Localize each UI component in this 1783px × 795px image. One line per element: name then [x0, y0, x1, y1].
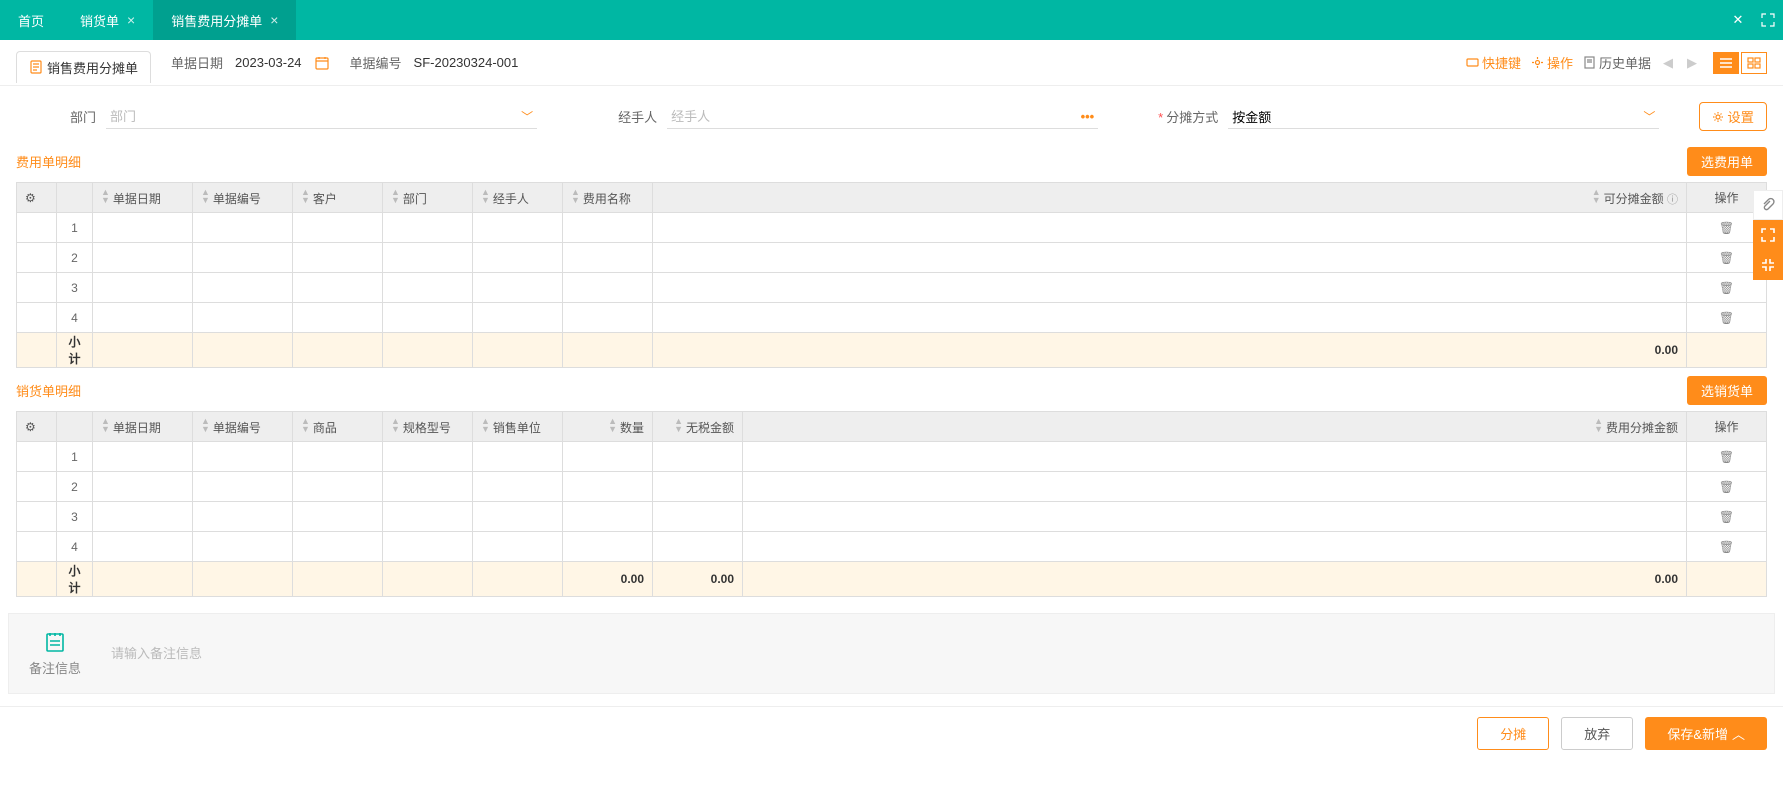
- form-title-tab: 销售费用分摊单: [16, 51, 151, 83]
- dept-filter[interactable]: 部门 ﹀: [16, 102, 537, 131]
- gear-icon[interactable]: ⚙: [17, 412, 57, 442]
- handler-label: 经手人: [577, 107, 657, 126]
- col-fee[interactable]: ▲▼费用名称: [563, 183, 653, 213]
- form-title: 销售费用分摊单: [47, 58, 138, 77]
- document-icon: [29, 60, 43, 74]
- handler-filter[interactable]: 经手人 •••: [577, 102, 1098, 131]
- close-all-icon[interactable]: ✕: [1723, 0, 1753, 40]
- method-label: *分摊方式: [1138, 107, 1218, 126]
- tab-expense-alloc[interactable]: 销售费用分摊单×: [153, 0, 296, 40]
- attachment-icon[interactable]: [1753, 190, 1783, 220]
- col-cust[interactable]: ▲▼客户: [293, 183, 383, 213]
- num-value: SF-20230324-001: [414, 55, 519, 70]
- method-input[interactable]: [1228, 105, 1659, 129]
- close-icon[interactable]: ×: [127, 12, 135, 28]
- filter-row: 部门 ﹀ 经手人 ••• *分摊方式 ﹀ 设置: [0, 86, 1783, 139]
- select-expense-button[interactable]: 选费用单: [1687, 147, 1767, 176]
- method-filter[interactable]: *分摊方式 ﹀: [1138, 102, 1659, 131]
- dept-label: 部门: [16, 107, 96, 126]
- save-new-button[interactable]: 保存&新增︿: [1645, 717, 1767, 750]
- sales-table: ⚙ ▲▼单据日期 ▲▼单据编号 ▲▼商品 ▲▼规格型号 ▲▼销售单位 ▲▼数量 …: [16, 411, 1767, 597]
- handler-input[interactable]: [667, 105, 1098, 129]
- toolbar: 销售费用分摊单 单据日期 2023-03-24 单据编号 SF-20230324…: [0, 40, 1783, 86]
- delete-icon[interactable]: 🗑: [1719, 221, 1734, 235]
- notes-icon: [43, 630, 67, 654]
- chevron-up-icon: ︿: [1732, 724, 1745, 743]
- prev-icon[interactable]: ◀: [1661, 55, 1675, 71]
- next-icon[interactable]: ▶: [1685, 55, 1699, 71]
- view-grid-icon[interactable]: [1741, 52, 1767, 74]
- table-row[interactable]: 3🗑: [17, 502, 1767, 532]
- expense-detail-section: 费用单明细 选费用单 ⚙ ▲▼单据日期 ▲▼单据编号 ▲▼客户 ▲▼部门 ▲▼经…: [0, 139, 1783, 368]
- date-label: 单据日期: [171, 53, 223, 72]
- table-row[interactable]: 2🗑: [17, 243, 1767, 273]
- collapse-icon[interactable]: [1753, 250, 1783, 280]
- remarks-bar: 备注信息: [8, 613, 1775, 694]
- section-title: 费用单明细: [16, 152, 81, 171]
- expense-table: ⚙ ▲▼单据日期 ▲▼单据编号 ▲▼客户 ▲▼部门 ▲▼经手人 ▲▼费用名称 ▲…: [16, 182, 1767, 368]
- view-list-icon[interactable]: [1713, 52, 1739, 74]
- col-num[interactable]: ▲▼单据编号: [193, 412, 293, 442]
- fullscreen-icon[interactable]: [1753, 0, 1783, 40]
- col-action: 操作: [1687, 412, 1767, 442]
- delete-icon[interactable]: 🗑: [1719, 311, 1734, 325]
- delete-icon[interactable]: 🗑: [1719, 540, 1734, 554]
- table-row[interactable]: 1🗑: [17, 442, 1767, 472]
- settings-button[interactable]: 设置: [1699, 102, 1767, 131]
- col-handler[interactable]: ▲▼经手人: [473, 183, 563, 213]
- dept-input[interactable]: [106, 105, 537, 129]
- calendar-icon[interactable]: [314, 55, 330, 71]
- help-icon[interactable]: ⓘ: [1667, 194, 1678, 206]
- table-row[interactable]: 2🗑: [17, 472, 1767, 502]
- remarks-label: 备注信息: [29, 658, 81, 677]
- remarks-input[interactable]: [111, 646, 1754, 661]
- col-date[interactable]: ▲▼单据日期: [93, 183, 193, 213]
- col-notax[interactable]: ▲▼无税金额: [653, 412, 743, 442]
- sales-detail-section: 销货单明细 选销货单 ⚙ ▲▼单据日期 ▲▼单据编号 ▲▼商品 ▲▼规格型号 ▲…: [0, 368, 1783, 597]
- delete-icon[interactable]: 🗑: [1719, 480, 1734, 494]
- top-tab-bar: 首页 销货单× 销售费用分摊单× ✕: [0, 0, 1783, 40]
- date-value[interactable]: 2023-03-24: [235, 55, 302, 70]
- col-unit[interactable]: ▲▼销售单位: [473, 412, 563, 442]
- bottom-bar: 分摊 放弃 保存&新增︿: [0, 706, 1783, 760]
- delete-icon[interactable]: 🗑: [1719, 450, 1734, 464]
- discard-button[interactable]: 放弃: [1561, 717, 1633, 750]
- col-date[interactable]: ▲▼单据日期: [93, 412, 193, 442]
- table-row[interactable]: 4🗑: [17, 303, 1767, 333]
- history-link[interactable]: 历史单据: [1583, 53, 1651, 72]
- gear-icon[interactable]: ⚙: [17, 183, 57, 213]
- delete-icon[interactable]: 🗑: [1719, 281, 1734, 295]
- close-icon[interactable]: ×: [270, 12, 278, 28]
- col-alloc[interactable]: ▲▼费用分摊金额: [743, 412, 1687, 442]
- table-row[interactable]: 3🗑: [17, 273, 1767, 303]
- section-title: 销货单明细: [16, 381, 81, 400]
- delete-icon[interactable]: 🗑: [1719, 510, 1734, 524]
- col-qty[interactable]: ▲▼数量: [563, 412, 653, 442]
- col-dept[interactable]: ▲▼部门: [383, 183, 473, 213]
- col-alloc[interactable]: ▲▼可分摊金额 ⓘ: [653, 183, 1687, 213]
- allocate-button[interactable]: 分摊: [1477, 717, 1549, 750]
- operate-link[interactable]: 操作: [1531, 53, 1573, 72]
- expand-icon[interactable]: [1753, 220, 1783, 250]
- subtotal-row: 小计0.00: [17, 333, 1767, 368]
- tab-sales[interactable]: 销货单×: [62, 0, 153, 40]
- tab-home[interactable]: 首页: [0, 0, 62, 40]
- subtotal-row: 小计0.000.000.00: [17, 562, 1767, 597]
- num-label: 单据编号: [350, 53, 402, 72]
- col-prod[interactable]: ▲▼商品: [293, 412, 383, 442]
- col-num[interactable]: ▲▼单据编号: [193, 183, 293, 213]
- delete-icon[interactable]: 🗑: [1719, 251, 1734, 265]
- side-widgets: [1753, 190, 1783, 280]
- col-spec[interactable]: ▲▼规格型号: [383, 412, 473, 442]
- table-row[interactable]: 4🗑: [17, 532, 1767, 562]
- select-sales-button[interactable]: 选销货单: [1687, 376, 1767, 405]
- table-row[interactable]: 1🗑: [17, 213, 1767, 243]
- shortcut-link[interactable]: 快捷键: [1466, 53, 1521, 72]
